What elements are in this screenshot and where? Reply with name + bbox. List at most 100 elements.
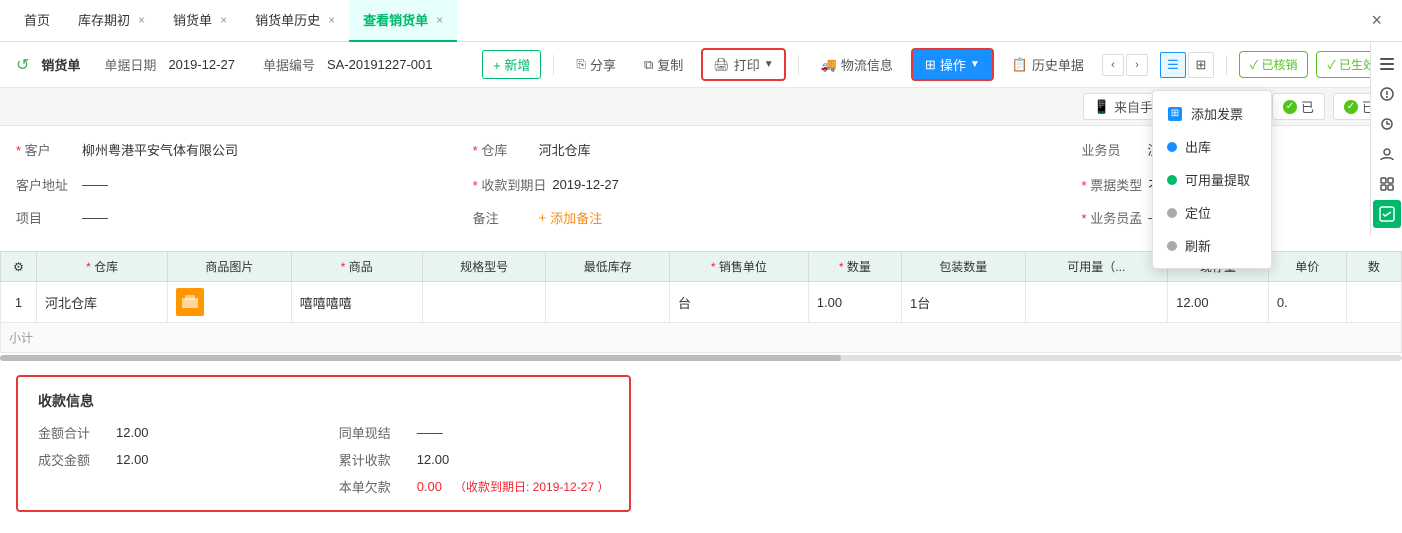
tab-sales[interactable]: 销货单 × xyxy=(159,0,241,42)
locate-item[interactable]: 定位 xyxy=(1153,196,1271,229)
outbound-icon xyxy=(1167,142,1177,152)
pkgqty-th: 包装数量 xyxy=(901,252,1025,282)
subtotal-label: 小计 xyxy=(1,323,1402,353)
divider2 xyxy=(798,55,799,75)
next-arrow[interactable]: › xyxy=(1126,54,1148,76)
row-spec xyxy=(422,282,546,323)
deal-label: 成交金额 xyxy=(38,450,108,469)
prev-arrow[interactable]: ‹ xyxy=(1102,54,1124,76)
history-button[interactable]: 📋 历史单据 xyxy=(1002,51,1094,78)
grid-view-button[interactable]: ⊞ xyxy=(1188,52,1214,78)
ops-dropdown-arrow: ▼ xyxy=(970,59,980,70)
warehouse-field: 仓库 河北仓库 xyxy=(473,138,777,161)
copy-button[interactable]: ⧉ 复制 xyxy=(634,51,693,78)
new-button[interactable]: + 新增 xyxy=(482,50,541,79)
copy-icon: ⧉ xyxy=(644,57,653,73)
sidebar-icon-1[interactable] xyxy=(1373,50,1401,78)
address-field: 客户地址 —— xyxy=(16,175,320,194)
ops-dropdown-menu: ⊞ 添加发票 出库 可用量提取 定位 刷新 xyxy=(1152,90,1272,269)
sidebar-icon-4[interactable] xyxy=(1373,140,1401,168)
row-stock: 12.00 xyxy=(1168,282,1269,323)
tab-view-sales[interactable]: 查看销货单 × xyxy=(349,0,457,42)
divider1 xyxy=(553,55,554,75)
sidebar-icon-5[interactable] xyxy=(1373,170,1401,198)
locate-label: 定位 xyxy=(1185,203,1211,222)
project-value: —— xyxy=(76,208,114,227)
total-label: 金额合计 xyxy=(38,423,108,442)
owed-value: 0.00 xyxy=(417,479,442,494)
customer-field: 客户 柳州粤港平安气体有限公司 xyxy=(16,138,320,161)
table-row: 1 河北仓库 嘻嘻嘻嘻 台 1.00 1台 xyxy=(1,282,1402,323)
row-no: 1 xyxy=(1,282,37,323)
cumulative-value: 12.00 xyxy=(417,452,450,467)
payment-section: 收款信息 金额合计 12.00 同单现结 —— 成交金额 12.00 xyxy=(0,361,1402,526)
window-close-button[interactable]: × xyxy=(1361,10,1392,31)
sidebar-icon-2[interactable] xyxy=(1373,80,1401,108)
refresh-label: 刷新 xyxy=(1185,236,1211,255)
address-label: 客户地址 xyxy=(16,175,76,194)
settings-th[interactable]: ⚙ xyxy=(1,252,37,282)
row-img xyxy=(168,282,292,323)
subtotal-row: 小计 xyxy=(1,323,1402,353)
tab-sales-history-close[interactable]: × xyxy=(328,13,335,27)
toolbar: ↺ 销货单 单据日期 2019-12-27 单据编号 SA-20191227-0… xyxy=(0,42,1402,88)
doc-label: 销货单 xyxy=(41,55,80,74)
remark-field: 备注 + 添加备注 xyxy=(473,208,777,227)
history-icon: 📋 xyxy=(1012,57,1028,73)
tab-inventory-label: 库存期初 xyxy=(78,10,130,29)
done1-button[interactable]: ✓ 已 xyxy=(1272,93,1325,120)
share-icon: ⎘ xyxy=(576,57,586,72)
avail-th: 可用量（... xyxy=(1025,252,1168,282)
add-remark-button[interactable]: + 添加备注 xyxy=(533,208,609,227)
row-avail xyxy=(1025,282,1168,323)
deal-value: 12.00 xyxy=(116,452,149,467)
logistics-icon: 🚚 xyxy=(821,57,837,73)
divider3 xyxy=(1226,55,1227,75)
print-button[interactable]: 🖨 打印 ▼ xyxy=(701,48,785,81)
due-label: 收款到期日 xyxy=(473,175,547,194)
row-product: 嘻嘻嘻嘻 xyxy=(291,282,422,323)
list-view-button[interactable]: ☰ xyxy=(1160,52,1186,78)
nav-arrows: ‹ › xyxy=(1102,54,1148,76)
dropdown-arrow: ▼ xyxy=(764,59,774,70)
add-invoice-item[interactable]: ⊞ 添加发票 xyxy=(1153,97,1271,130)
done1-icon: ✓ xyxy=(1283,100,1297,114)
tab-home[interactable]: 首页 xyxy=(10,0,64,42)
tab-inventory-close[interactable]: × xyxy=(138,13,145,27)
warehouse-th: 仓库 xyxy=(37,252,168,282)
refresh-icon xyxy=(1167,241,1177,251)
phone-icon: 📱 xyxy=(1094,99,1110,115)
product-image xyxy=(176,288,204,316)
ticket-label: 票据类型 xyxy=(1082,175,1143,194)
outbound-item[interactable]: 出库 xyxy=(1153,130,1271,163)
add-invoice-label: 添加发票 xyxy=(1191,104,1243,123)
tab-sales-history-label: 销货单历史 xyxy=(255,10,320,29)
same-order-row: 同单现结 —— xyxy=(339,423,610,442)
due-field: 收款到期日 2019-12-27 xyxy=(473,175,777,194)
sidebar-icon-3[interactable] xyxy=(1373,110,1401,138)
tab-sales-history[interactable]: 销货单历史 × xyxy=(241,0,349,42)
owed-label: 本单欠款 xyxy=(339,477,409,496)
remark-label: 备注 xyxy=(473,208,533,227)
share-button[interactable]: ⎘ 分享 xyxy=(566,51,626,78)
tab-sales-label: 销货单 xyxy=(173,10,212,29)
ops-button[interactable]: ⊞ 操作 ▼ xyxy=(911,48,994,81)
sidebar-icon-6[interactable] xyxy=(1373,200,1401,228)
logistics-button[interactable]: 🚚 物流信息 xyxy=(811,51,903,78)
tab-inventory[interactable]: 库存期初 × xyxy=(64,0,159,42)
cumulative-label: 累计收款 xyxy=(339,450,409,469)
cumulative-row: 累计收款 12.00 xyxy=(339,450,610,469)
tab-view-sales-close[interactable]: × xyxy=(436,13,443,27)
sold-button[interactable]: ✓ 已核销 xyxy=(1239,51,1309,78)
date-value: 2019-12-27 xyxy=(168,57,235,72)
avail-extract-item[interactable]: 可用量提取 xyxy=(1153,163,1271,196)
row-pkgqty: 1台 xyxy=(901,282,1025,323)
deal-row: 成交金额 12.00 xyxy=(38,450,309,469)
refresh-item[interactable]: 刷新 xyxy=(1153,229,1271,262)
add-invoice-icon: ⊞ xyxy=(1167,106,1183,122)
project-label: 项目 xyxy=(16,208,76,227)
payment-grid: 金额合计 12.00 同单现结 —— 成交金额 12.00 累计收款 12.00 xyxy=(38,423,609,496)
tab-sales-close[interactable]: × xyxy=(220,13,227,27)
tab-bar: 首页 库存期初 × 销货单 × 销货单历史 × 查看销货单 × × xyxy=(0,0,1402,42)
spec-th: 规格型号 xyxy=(422,252,546,282)
